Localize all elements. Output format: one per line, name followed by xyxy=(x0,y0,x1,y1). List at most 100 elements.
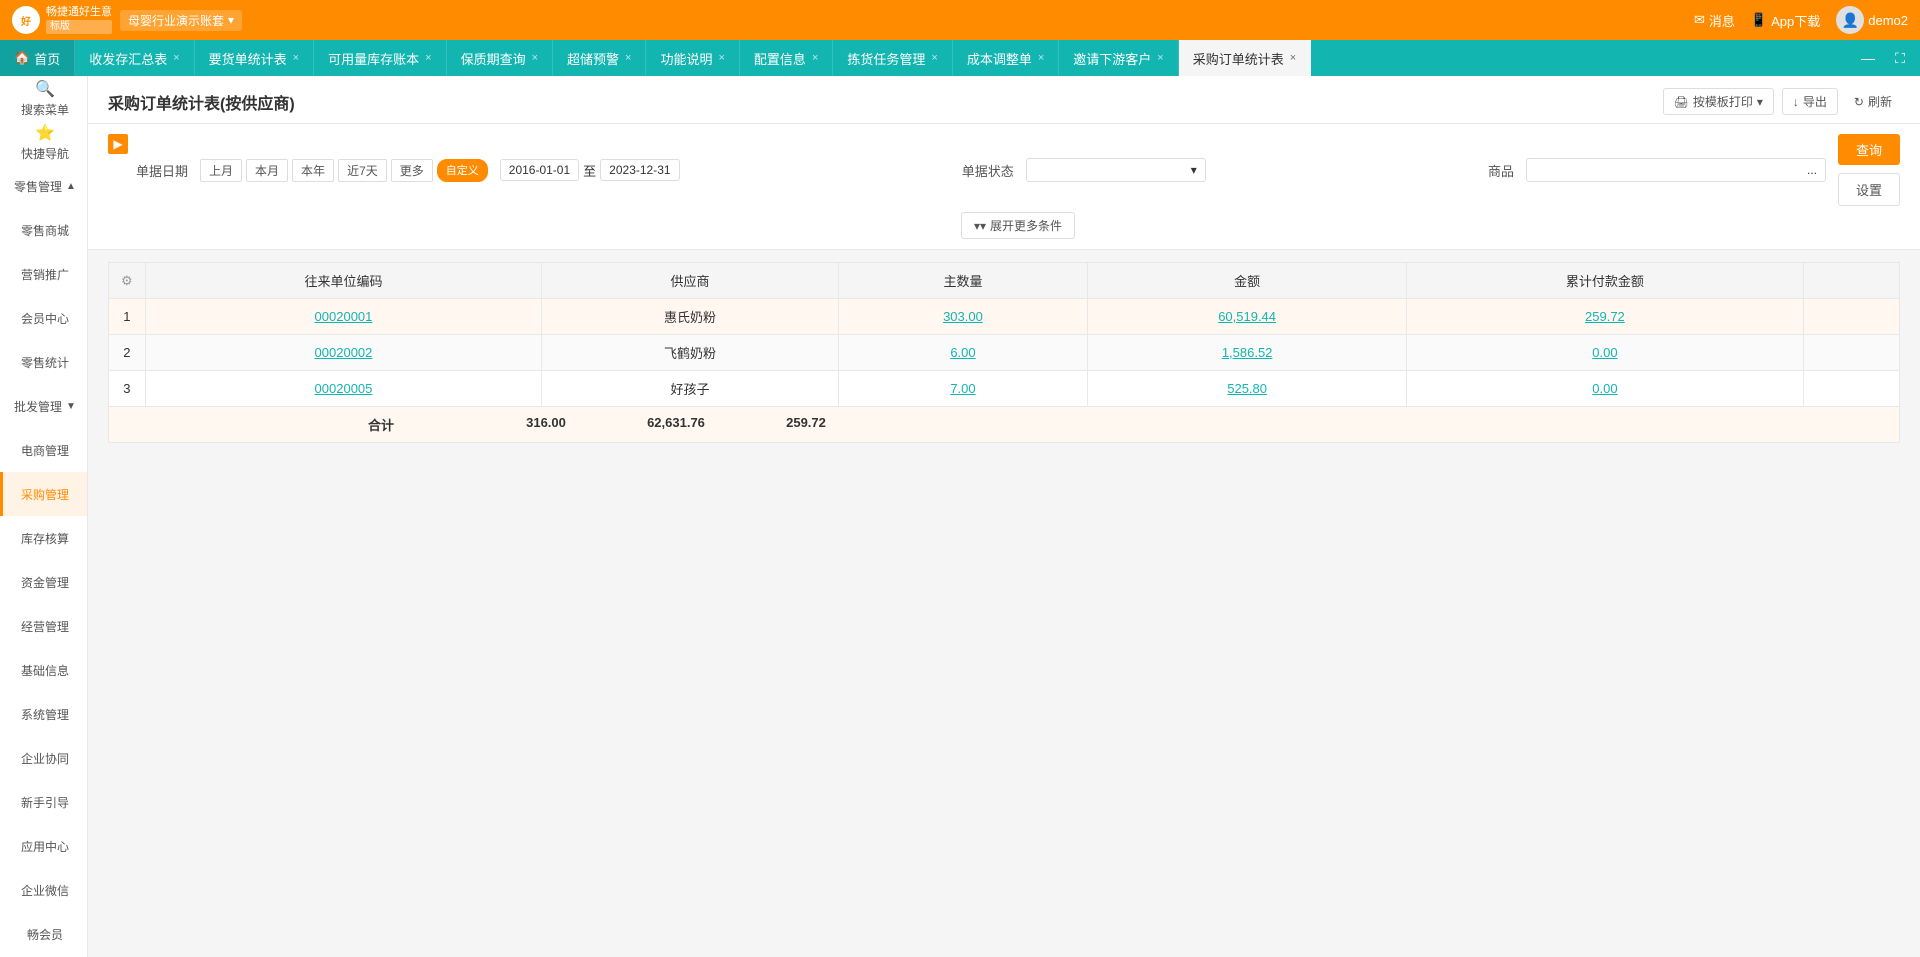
user-avatar[interactable]: 👤 demo2 xyxy=(1836,6,1908,34)
sidebar-item-retail-stat[interactable]: 零售统计 xyxy=(0,340,87,384)
column-settings-icon[interactable]: ⚙ xyxy=(121,273,133,288)
tab-10[interactable]: 邀请下游客户 × xyxy=(1059,40,1178,76)
export-btn[interactable]: ↓ 导出 xyxy=(1782,88,1838,115)
settings-btn[interactable]: 设置 xyxy=(1838,173,1900,206)
th-check: ⚙ xyxy=(109,263,146,299)
sidebar-item-retail-mall[interactable]: 零售商城 xyxy=(0,208,87,252)
chevron-down-icon: ▾ xyxy=(1191,163,1197,177)
close-icon[interactable]: × xyxy=(1157,52,1163,64)
ellipsis-icon: ... xyxy=(1807,163,1817,177)
table-footer: 合计 316.00 62,631.76 259.72 xyxy=(108,407,1900,443)
close-icon[interactable]: × xyxy=(625,52,631,64)
tab-8[interactable]: 拣货任务管理 × xyxy=(833,40,952,76)
filter-row-1: 单据日期 上月 本月 本年 近7天 更多 自定义 2016-01-01 xyxy=(136,134,1900,206)
account-selector[interactable]: 母婴行业演示账套 ▾ xyxy=(120,10,242,31)
tab-4[interactable]: 保质期查询 × xyxy=(447,40,553,76)
close-icon[interactable]: × xyxy=(931,52,937,64)
cell-code[interactable]: 00020005 xyxy=(145,371,542,407)
tab-5[interactable]: 超储预警 × xyxy=(553,40,646,76)
cell-extra xyxy=(1803,299,1899,335)
header-actions: 🖨 按模板打印 ▾ ↓ 导出 ↻ 刷新 xyxy=(1663,88,1900,115)
close-icon[interactable]: × xyxy=(173,52,179,64)
sidebar-item-enterprise[interactable]: 企业协同 xyxy=(0,737,87,781)
sidebar-item-retail[interactable]: 零售管理 ▲ xyxy=(0,164,87,208)
close-icon[interactable]: × xyxy=(425,52,431,64)
tab-7[interactable]: 配置信息 × xyxy=(740,40,833,76)
tab-11-active[interactable]: 采购订单统计表 × xyxy=(1179,40,1311,76)
expand-conditions-btn[interactable]: ▾▾ 展开更多条件 xyxy=(961,212,1075,239)
close-icon[interactable]: × xyxy=(718,52,724,64)
th-code: 往来单位编码 xyxy=(145,263,542,299)
tab-9[interactable]: 成本调整单 × xyxy=(953,40,1059,76)
cell-quantity[interactable]: 6.00 xyxy=(838,335,1087,371)
refresh-btn[interactable]: ↻ 刷新 xyxy=(1846,89,1900,114)
table-row: 1 00020001 惠氏奶粉 303.00 60,519.44 259.72 xyxy=(109,299,1900,335)
close-icon[interactable]: × xyxy=(1038,52,1044,64)
cell-paid[interactable]: 259.72 xyxy=(1407,299,1804,335)
sidebar-item-quick-nav[interactable]: ⭐ 快捷导航 xyxy=(0,120,87,164)
close-icon[interactable]: × xyxy=(1290,52,1296,64)
th-amount: 金额 xyxy=(1088,263,1407,299)
logo-text: 畅捷通好生意 标版 xyxy=(46,6,112,33)
sidebar-item-ecommerce[interactable]: 电商管理 xyxy=(0,428,87,472)
print-btn[interactable]: 🖨 按模板打印 ▾ xyxy=(1663,88,1774,115)
btn-custom[interactable]: 自定义 xyxy=(437,159,488,182)
sidebar-item-operations[interactable]: 经营管理 xyxy=(0,605,87,649)
status-select[interactable]: ▾ xyxy=(1026,158,1206,182)
sidebar-item-app-center[interactable]: 应用中心 xyxy=(0,825,87,869)
cell-no: 3 xyxy=(109,371,146,407)
sidebar-item-inventory[interactable]: 库存核算 xyxy=(0,516,87,560)
query-btn[interactable]: 查询 xyxy=(1838,134,1900,165)
cell-supplier: 飞鹤奶粉 xyxy=(542,335,839,371)
close-icon[interactable]: × xyxy=(812,52,818,64)
btn-this-year[interactable]: 本年 xyxy=(292,159,334,182)
btn-7days[interactable]: 近7天 xyxy=(338,159,387,182)
tab-1[interactable]: 收发存汇总表 × xyxy=(75,40,194,76)
filter-toggle-btn[interactable]: ▶ xyxy=(108,134,128,154)
maximize-btn[interactable]: ⛶ xyxy=(1888,46,1912,70)
footer-amount: 62,631.76 xyxy=(611,415,741,434)
cell-paid[interactable]: 0.00 xyxy=(1407,335,1804,371)
sidebar: 🔍 搜索菜单 ⭐ 快捷导航 零售管理 ▲ 零售商城 营销推广 会员中心 零售统计… xyxy=(0,76,88,957)
logo-icon: 好 xyxy=(12,6,40,34)
tab-home[interactable]: 🏠 首页 xyxy=(0,40,75,76)
th-quantity: 主数量 xyxy=(838,263,1087,299)
tab-2[interactable]: 要货单统计表 × xyxy=(195,40,314,76)
minimize-btn[interactable]: — xyxy=(1856,46,1880,70)
date-from-input[interactable]: 2016-01-01 xyxy=(500,159,579,181)
logo-area: 好 畅捷通好生意 标版 xyxy=(12,6,112,34)
sidebar-item-search[interactable]: 🔍 搜索菜单 xyxy=(0,76,87,120)
nav-tabs: 🏠 首页 收发存汇总表 × 要货单统计表 × 可用量库存账本 × 保质期查询 ×… xyxy=(0,40,1920,76)
cell-amount[interactable]: 1,586.52 xyxy=(1088,335,1407,371)
cell-quantity[interactable]: 7.00 xyxy=(838,371,1087,407)
tab-6[interactable]: 功能说明 × xyxy=(646,40,739,76)
sidebar-item-vip[interactable]: 畅会员 xyxy=(0,913,87,957)
btn-more[interactable]: 更多 xyxy=(391,159,433,182)
goods-filter-label: 商品 xyxy=(1488,161,1514,180)
close-icon[interactable]: × xyxy=(532,52,538,64)
sidebar-item-new-guide[interactable]: 新手引导 xyxy=(0,781,87,825)
btn-last-month[interactable]: 上月 xyxy=(200,159,242,182)
sidebar-item-system[interactable]: 系统管理 xyxy=(0,693,87,737)
sidebar-item-finance[interactable]: 资金管理 xyxy=(0,561,87,605)
sidebar-item-member[interactable]: 会员中心 xyxy=(0,296,87,340)
cell-quantity[interactable]: 303.00 xyxy=(838,299,1087,335)
app-download-btn[interactable]: 📱 App下载 xyxy=(1751,11,1820,30)
cell-code[interactable]: 00020001 xyxy=(145,299,542,335)
tab-3[interactable]: 可用量库存账本 × xyxy=(314,40,446,76)
sidebar-item-wholesale[interactable]: 批发管理 ▼ xyxy=(0,384,87,428)
close-icon[interactable]: × xyxy=(293,52,299,64)
sidebar-item-wechat[interactable]: 企业微信 xyxy=(0,869,87,913)
sidebar-item-basic[interactable]: 基础信息 xyxy=(0,649,87,693)
cell-code[interactable]: 00020002 xyxy=(145,335,542,371)
btn-this-month[interactable]: 本月 xyxy=(246,159,288,182)
sidebar-item-purchase[interactable]: 采购管理 xyxy=(0,472,87,516)
message-btn[interactable]: ✉ 消息 xyxy=(1694,11,1735,30)
cell-paid[interactable]: 0.00 xyxy=(1407,371,1804,407)
home-icon: 🏠 xyxy=(14,50,30,66)
sidebar-item-marketing[interactable]: 营销推广 xyxy=(0,252,87,296)
cell-amount[interactable]: 525.80 xyxy=(1088,371,1407,407)
date-to-input[interactable]: 2023-12-31 xyxy=(600,159,679,181)
cell-amount[interactable]: 60,519.44 xyxy=(1088,299,1407,335)
goods-input[interactable]: ... xyxy=(1526,158,1826,182)
